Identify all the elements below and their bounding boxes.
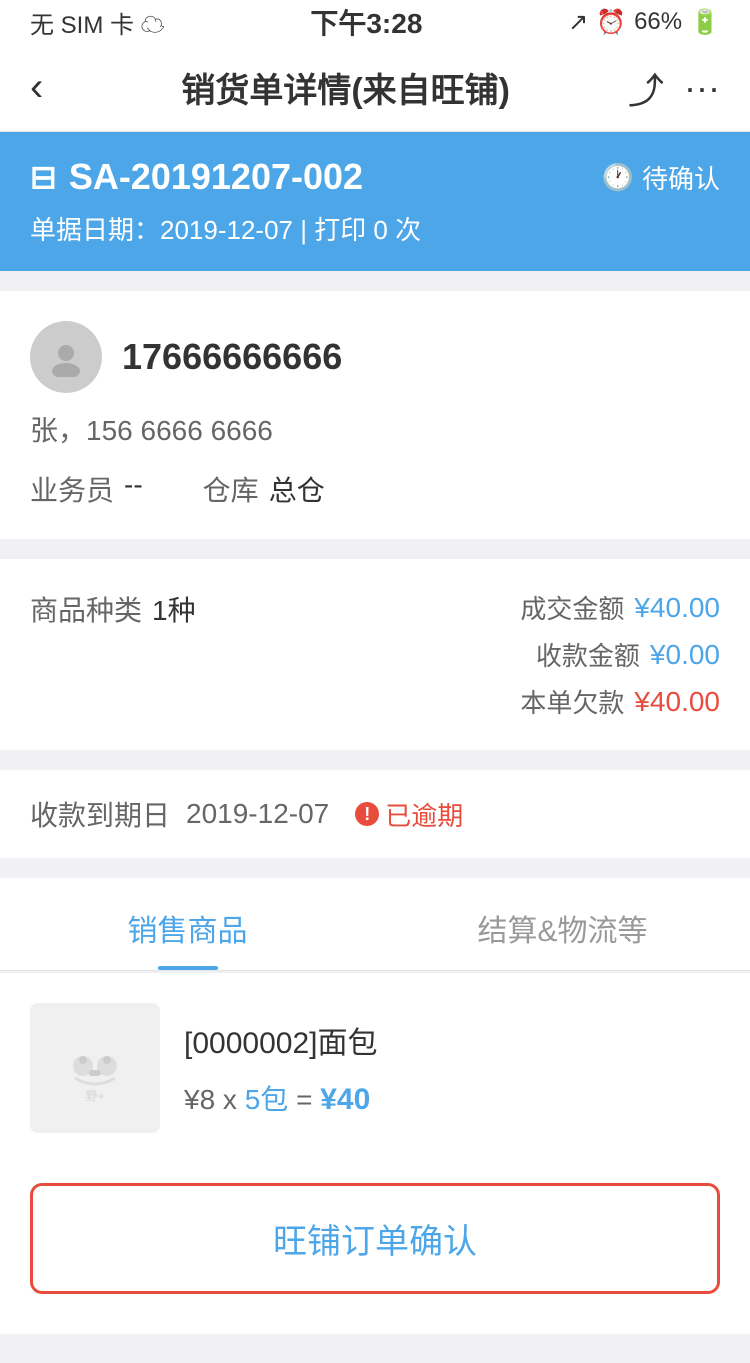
total-price: ¥40 bbox=[320, 1083, 370, 1116]
overdue-text: 已逾期 bbox=[385, 796, 463, 833]
product-image: 野+ bbox=[30, 1003, 160, 1133]
order-status-text: 待确认 bbox=[642, 159, 720, 196]
equals-sign: = bbox=[296, 1084, 320, 1115]
product-types-value: 1种 bbox=[152, 589, 196, 629]
product-info: [0000002]面包 ¥8 x 5包 = ¥40 bbox=[184, 1018, 720, 1118]
owed-amount-row: 本单欠款 ¥40.00 bbox=[520, 683, 720, 720]
product-list: 野+ [0000002]面包 ¥8 x 5包 = ¥40 bbox=[0, 973, 750, 1163]
order-date: 单据日期：2019-12-07 | 打印 0 次 bbox=[30, 210, 720, 247]
received-amount-value: ¥0.00 bbox=[650, 639, 720, 671]
confirm-order-button[interactable]: 旺铺订单确认 bbox=[30, 1183, 720, 1294]
location-icon: ↗ bbox=[568, 8, 588, 37]
warehouse-label: 仓库 bbox=[203, 469, 259, 509]
alarm-icon: ⏰ bbox=[596, 8, 626, 37]
warehouse-field: 仓库 总仓 bbox=[203, 469, 325, 509]
summary-card: 商品种类 1种 成交金额 ¥40.00 收款金额 ¥0.00 本单欠款 ¥40.… bbox=[0, 559, 750, 750]
product-types: 商品种类 1种 bbox=[30, 589, 196, 629]
deal-amount-label: 成交金额 bbox=[520, 589, 624, 626]
more-button[interactable]: ··· bbox=[684, 67, 720, 109]
overdue-badge: ! 已逾期 bbox=[355, 796, 463, 833]
clock-icon: 🕐 bbox=[602, 162, 634, 193]
salesperson-label: 业务员 bbox=[30, 469, 114, 509]
page-title: 销货单详情(来自旺铺) bbox=[63, 63, 628, 112]
share-button[interactable]: ⤴ bbox=[628, 62, 664, 114]
tab-settlement[interactable]: 结算&物流等 bbox=[375, 878, 750, 970]
order-icon: ⊟ bbox=[30, 158, 57, 196]
svg-text:野+: 野+ bbox=[85, 1089, 104, 1103]
deal-amount-row: 成交金额 ¥40.00 bbox=[520, 589, 720, 626]
sim-status: 无 SIM 卡 ☁ bbox=[30, 5, 165, 40]
product-types-label: 商品种类 bbox=[30, 589, 142, 629]
bottom-bar: 旺铺订单确认 bbox=[0, 1163, 750, 1334]
due-date-value: 2019-12-07 bbox=[186, 798, 329, 830]
product-price: ¥8 x 5包 = ¥40 bbox=[184, 1078, 720, 1118]
tabs: 销售商品 结算&物流等 bbox=[0, 878, 750, 971]
salesperson-value: -- bbox=[124, 469, 143, 509]
order-header: ⊟ SA-20191207-002 🕐 待确认 单据日期：2019-12-07 … bbox=[0, 132, 750, 271]
salesperson-field: 业务员 -- bbox=[30, 469, 143, 509]
customer-meta: 业务员 -- 仓库 总仓 bbox=[30, 469, 720, 509]
status-bar: 无 SIM 卡 ☁ 下午3:28 ↗ ⏰ 66% 🔋 bbox=[0, 0, 750, 44]
status-right: ↗ ⏰ 66% 🔋 bbox=[568, 8, 720, 37]
customer-avatar bbox=[30, 321, 102, 393]
tab-products[interactable]: 销售商品 bbox=[0, 878, 375, 970]
received-amount-label: 收款金额 bbox=[536, 636, 640, 673]
received-amount-row: 收款金额 ¥0.00 bbox=[536, 636, 720, 673]
owed-amount-label: 本单欠款 bbox=[520, 683, 624, 720]
back-button[interactable]: ‹ bbox=[30, 65, 63, 110]
nav-actions: ⤴ ··· bbox=[628, 62, 720, 114]
product-name: [0000002]面包 bbox=[184, 1018, 720, 1062]
battery-status: 66% bbox=[634, 8, 682, 36]
status-left: 无 SIM 卡 ☁ bbox=[30, 5, 165, 40]
overdue-icon: ! bbox=[355, 802, 379, 826]
order-id-row: ⊟ SA-20191207-002 bbox=[30, 156, 363, 198]
deal-amount-value: ¥40.00 bbox=[634, 592, 720, 624]
customer-phone: 17666666666 bbox=[122, 336, 342, 378]
status-time: 下午3:28 bbox=[310, 2, 422, 42]
quantity-value: 5包 bbox=[245, 1084, 289, 1115]
owed-amount-value: ¥40.00 bbox=[634, 686, 720, 718]
price-base: ¥8 x bbox=[184, 1084, 237, 1115]
nav-bar: ‹ 销货单详情(来自旺铺) ⤴ ··· bbox=[0, 44, 750, 132]
order-status: 🕐 待确认 bbox=[602, 159, 720, 196]
due-date-card: 收款到期日 2019-12-07 ! 已逾期 bbox=[0, 770, 750, 858]
battery-icon: 🔋 bbox=[690, 8, 720, 37]
financial-info: 成交金额 ¥40.00 收款金额 ¥0.00 本单欠款 ¥40.00 bbox=[520, 589, 720, 720]
customer-name: 张，156 6666 6666 bbox=[30, 409, 720, 449]
product-item: 野+ [0000002]面包 ¥8 x 5包 = ¥40 bbox=[0, 973, 750, 1163]
customer-card: 17666666666 张，156 6666 6666 业务员 -- 仓库 总仓 bbox=[0, 291, 750, 539]
due-date-label: 收款到期日 bbox=[30, 794, 170, 834]
warehouse-value: 总仓 bbox=[269, 469, 325, 509]
order-id-text: SA-20191207-002 bbox=[69, 156, 363, 198]
